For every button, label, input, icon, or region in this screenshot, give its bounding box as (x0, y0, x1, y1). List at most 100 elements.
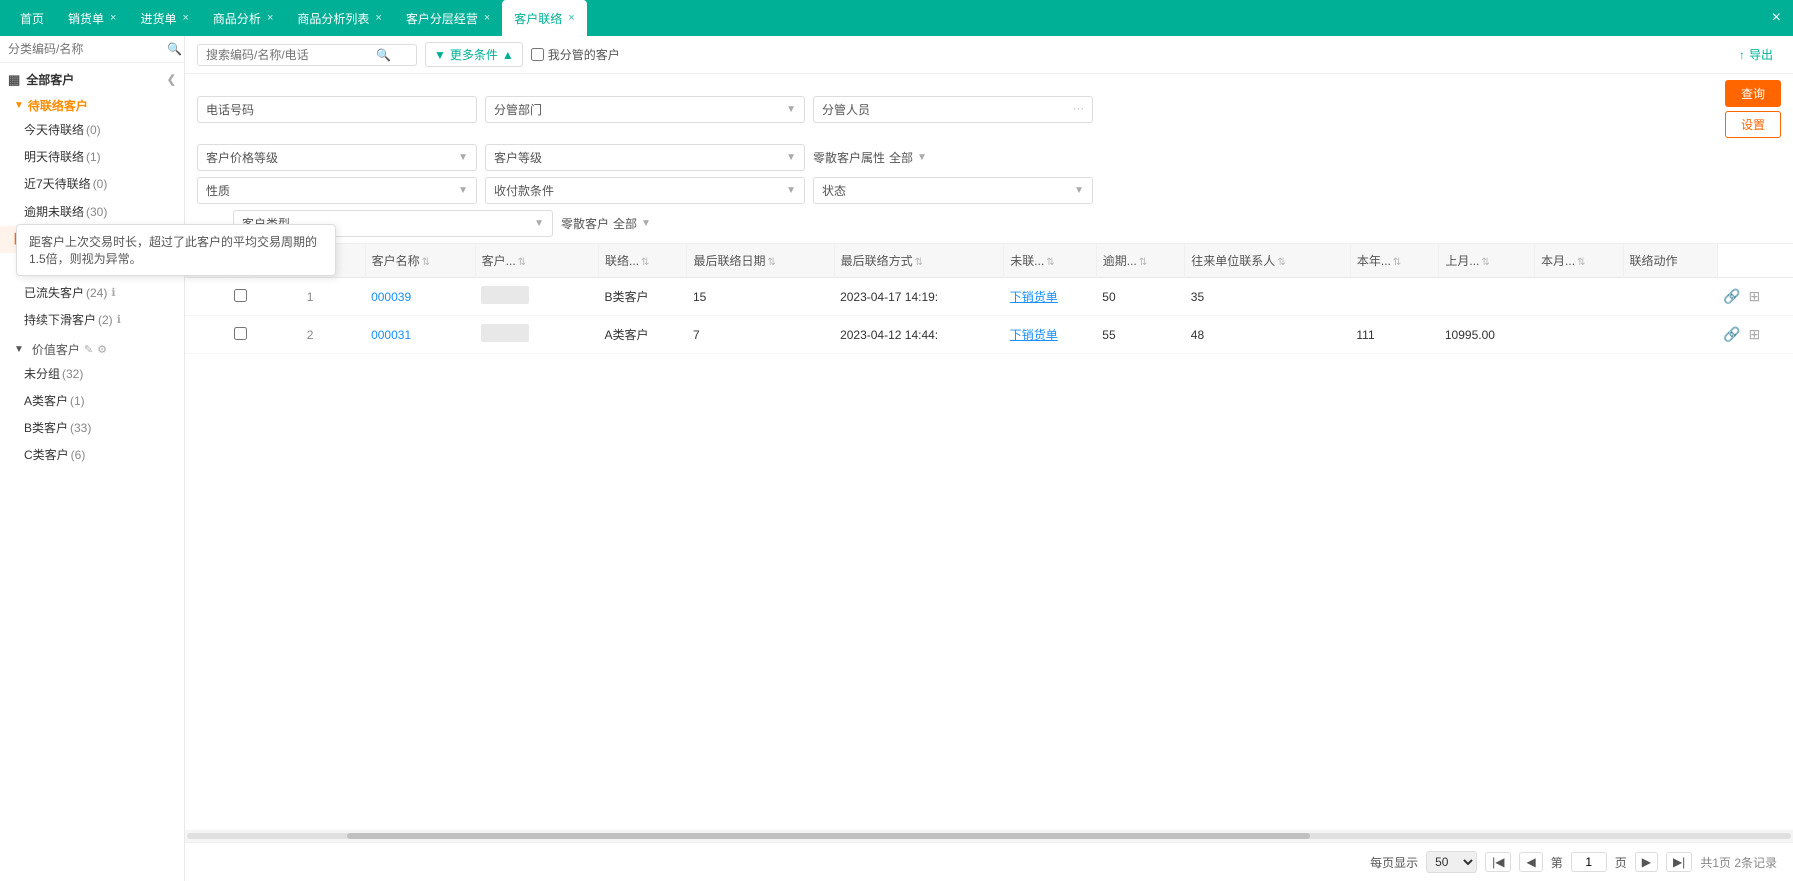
query-button[interactable]: 查询 (1725, 80, 1781, 107)
nav-product-analysis[interactable]: 商品分析 × (201, 0, 285, 36)
search-input[interactable] (206, 48, 376, 62)
close-icon[interactable]: × (182, 12, 188, 24)
sort-icon[interactable]: ⇅ (641, 257, 649, 268)
nav-sales-order[interactable]: 销货单 × (56, 0, 128, 36)
nav-purchase-order[interactable]: 进货单 × (128, 0, 200, 36)
sort-icon[interactable]: ⇅ (915, 257, 923, 268)
filter-manager[interactable]: 分管人员 ··· (813, 96, 1093, 123)
row-code[interactable]: 000039 (365, 278, 475, 316)
row-code[interactable]: 000031 (365, 316, 475, 354)
grid-action-icon[interactable]: ⊞ (1749, 326, 1761, 343)
nav-customer-contact[interactable]: 客户联络 × (502, 0, 586, 36)
filter-department[interactable]: 分管部门 ▼ (485, 96, 805, 123)
next-page-button[interactable]: ▶ (1635, 852, 1658, 872)
col-last-date: 最后联络日期⇅ (687, 244, 834, 278)
dropdown-arrow-icon: ▼ (1074, 185, 1084, 196)
sidebar-item-b-class[interactable]: B类客户(33) (0, 415, 184, 442)
main-layout: 🔍 ▦ 全部客户 ❮ ▼ 待联络客户 今天待联络(0) 明天待联络(1) 近7天… (0, 36, 1793, 881)
link-action-icon[interactable]: 🔗 (1723, 288, 1740, 305)
horizontal-scrollbar[interactable] (185, 830, 1793, 842)
grid-action-icon[interactable]: ⊞ (1749, 288, 1761, 305)
advanced-filter: 电话号码 分管部门 ▼ 分管人员 ··· 查询 设置 客户价格等级 (185, 74, 1793, 244)
collapse-icon[interactable]: ❮ (167, 73, 176, 86)
total-label: 共1页 2条记录 (1700, 854, 1777, 871)
close-icon[interactable]: × (484, 12, 490, 24)
my-customers-checkbox[interactable] (531, 48, 544, 61)
row-settings-cell (185, 316, 225, 354)
sidebar-item-tomorrow[interactable]: 明天待联络(1) (0, 144, 184, 171)
row-contact-count: 7 (687, 316, 834, 354)
sidebar-item-c-class[interactable]: C类客户(6) (0, 442, 184, 469)
filter-price-level[interactable]: 客户价格等级 ▼ (197, 144, 477, 171)
filter-status[interactable]: 状态 ▼ (813, 177, 1093, 204)
sort-icon[interactable]: ⇅ (422, 257, 430, 268)
sort-icon[interactable]: ⇅ (768, 257, 776, 268)
page-input[interactable] (1571, 852, 1607, 872)
nav-home[interactable]: 首页 (8, 0, 56, 36)
first-page-button[interactable]: |◀ (1485, 852, 1511, 872)
sidebar-item-today[interactable]: 今天待联络(0) (0, 117, 184, 144)
prev-page-button[interactable]: ◀ (1519, 852, 1542, 872)
sidebar-item-declining[interactable]: 持续下滑客户(2) ℹ (0, 307, 184, 334)
search-icon[interactable]: 🔍 (167, 42, 182, 56)
triangle-icon: ▼ (14, 344, 24, 355)
filter-bar: 🔍 ▼ 更多条件 ▲ 我分管的客户 ↑ 导出 (185, 36, 1793, 74)
page-label: 第 (1551, 854, 1563, 871)
sidebar-pending-label[interactable]: ▼ 待联络客户 (0, 92, 184, 117)
dropdown-arrow-icon[interactable]: ▼ (917, 152, 927, 163)
nav-customer-layered[interactable]: 客户分层经营 × (394, 0, 502, 36)
sort-icon[interactable]: ⇅ (1277, 257, 1285, 268)
chevron-up-icon: ▲ (502, 48, 514, 62)
filter-customer-level[interactable]: 客户等级 ▼ (485, 144, 805, 171)
row-checkbox[interactable] (234, 327, 247, 340)
per-page-select[interactable]: 50 100 200 (1426, 851, 1477, 873)
sort-icon[interactable]: ⇅ (518, 257, 526, 268)
close-icon[interactable]: × (267, 12, 273, 24)
sidebar-item-ungroup[interactable]: 未分组(32) (0, 361, 184, 388)
search-icon[interactable]: 🔍 (376, 48, 391, 62)
edit-icon[interactable]: ✎ (84, 343, 93, 356)
scroll-thumb[interactable] (347, 833, 1309, 839)
row-checkbox-cell[interactable] (225, 316, 255, 354)
sort-icon[interactable]: ⇅ (1577, 257, 1585, 268)
filter-phone[interactable]: 电话号码 (197, 96, 477, 123)
link-action-icon[interactable]: 🔗 (1723, 326, 1740, 343)
row-name[interactable] (475, 278, 598, 316)
sort-icon[interactable]: ⇅ (1046, 257, 1054, 268)
dropdown-arrow-icon: ▼ (534, 218, 544, 229)
close-icon[interactable]: × (568, 12, 574, 24)
row-name[interactable] (475, 316, 598, 354)
dropdown-arrow-icon[interactable]: ▼ (641, 218, 651, 229)
row-last-method[interactable]: 下销货单 (1004, 316, 1097, 354)
sort-icon[interactable]: ⇅ (1393, 257, 1401, 268)
table-row: 2 000031 A类客户 7 2023-04-12 14:44: 下销货单 5… (185, 316, 1793, 354)
filter-payment[interactable]: 收付款条件 ▼ (485, 177, 805, 204)
close-icon[interactable]: × (375, 12, 381, 24)
last-page-button[interactable]: ▶| (1666, 852, 1692, 872)
search-box[interactable]: 🔍 (197, 44, 417, 66)
settings-icon[interactable]: ⚙ (97, 343, 107, 356)
row-checkbox-cell[interactable] (225, 278, 255, 316)
settings-button[interactable]: 设置 (1725, 111, 1781, 138)
close-icon[interactable]: × (110, 12, 116, 24)
sidebar-item-lost[interactable]: 已流失客户(24) ℹ (0, 280, 184, 307)
filter-row-1: 电话号码 分管部门 ▼ 分管人员 ··· 查询 设置 (197, 80, 1781, 138)
sidebar-all-customers[interactable]: ▦ 全部客户 ❮ (0, 63, 184, 92)
nav-product-analysis-list[interactable]: 商品分析列表 × (285, 0, 393, 36)
row-checkbox[interactable] (234, 289, 247, 302)
row-no: 2 (255, 316, 365, 354)
sidebar-item-7days[interactable]: 近7天待联络(0) (0, 171, 184, 198)
sort-icon[interactable]: ⇅ (1481, 257, 1489, 268)
row-last-method[interactable]: 下销货单 (1004, 278, 1097, 316)
col-overdue: 逾期...⇅ (1096, 244, 1185, 278)
sidebar-value-section[interactable]: ▼ 价值客户 ✎ ⚙ (0, 335, 184, 361)
close-all-button[interactable]: × (1772, 9, 1781, 27)
sidebar-item-overdue[interactable]: 逾期未联络(30) (0, 199, 184, 226)
sort-icon[interactable]: ⇅ (1139, 257, 1147, 268)
export-button[interactable]: ↑ 导出 (1731, 43, 1781, 66)
sidebar-search-input[interactable] (8, 42, 163, 56)
filter-nature[interactable]: 性质 ▼ (197, 177, 477, 204)
filter-row-2: 客户价格等级 ▼ 客户等级 ▼ 零散客户属性 全部 ▼ (197, 144, 1781, 171)
more-conditions-button[interactable]: ▼ 更多条件 ▲ (425, 42, 523, 67)
sidebar-item-a-class[interactable]: A类客户(1) (0, 388, 184, 415)
